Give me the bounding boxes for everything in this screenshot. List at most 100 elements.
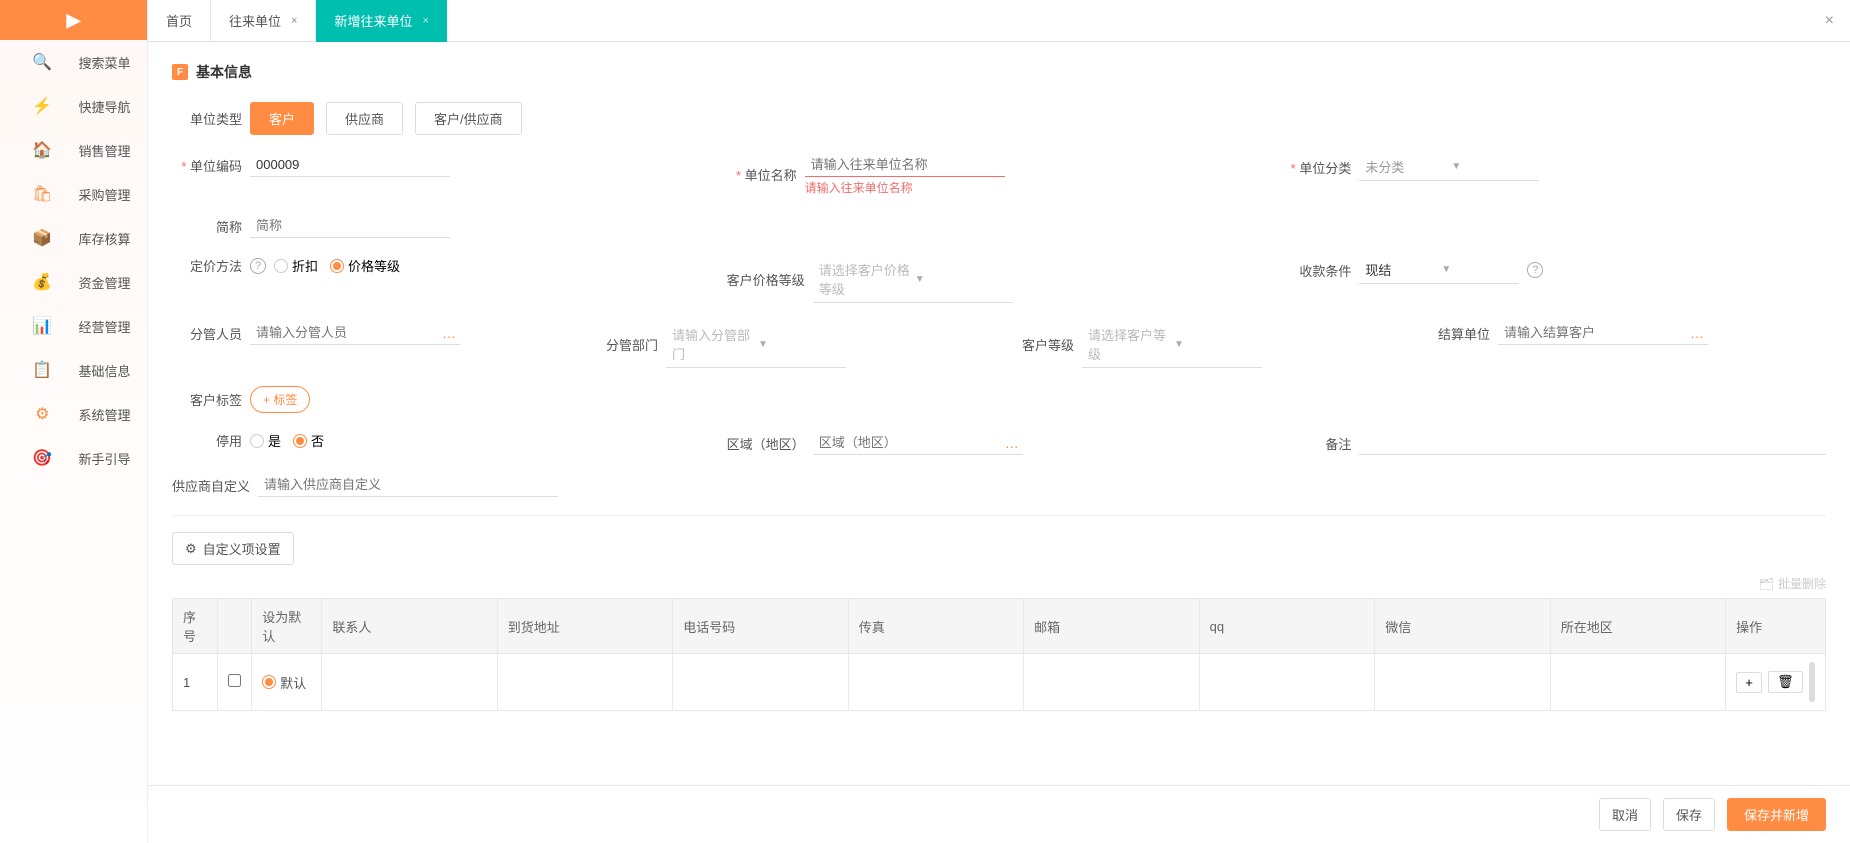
settlement-input[interactable] — [1498, 321, 1686, 344]
unit-category-label: 单位分类 — [1281, 158, 1351, 177]
customer-level-select[interactable]: 请选择客户等级 ▼ — [1082, 321, 1262, 368]
email-input[interactable] — [1034, 675, 1188, 690]
unit-name-label: 单位名称 — [727, 165, 797, 184]
disabled-yes-radio — [250, 434, 264, 448]
supplier-custom-label: 供应商自定义 — [172, 476, 250, 495]
unit-code-input[interactable] — [250, 153, 450, 177]
sidebar-item-label: 快捷导航 — [79, 97, 132, 116]
price-level-chevron: ▼ — [915, 274, 1007, 285]
supplier-custom-row: 供应商自定义 — [172, 473, 1826, 497]
add-tag-button[interactable]: + 标签 — [250, 386, 310, 413]
sidebar-item-basic-info[interactable]: 📋 基础信息 — [0, 348, 147, 392]
phone-input[interactable] — [683, 675, 837, 690]
disabled-no[interactable]: 否 — [293, 431, 324, 450]
discount-radio — [274, 259, 288, 273]
qq-input[interactable] — [1210, 675, 1365, 690]
row-delete-button[interactable]: 🗑 — [1768, 671, 1803, 693]
payment-terms-select[interactable]: 现结 ▼ — [1359, 256, 1519, 284]
area-input[interactable] — [1561, 675, 1715, 690]
customer-price-level-select[interactable]: 请选择客户价格等级 ▼ — [813, 256, 1013, 303]
row-add-button[interactable]: + — [1736, 672, 1762, 693]
manager-group: 分管人员 … — [172, 321, 578, 345]
sidebar-item-finance[interactable]: 💰 资金管理 — [0, 260, 147, 304]
settlement-dots-btn[interactable]: … — [1686, 325, 1708, 341]
save-button[interactable]: 保存 — [1663, 798, 1715, 831]
address-input[interactable] — [508, 675, 662, 690]
sidebar-item-label: 采购管理 — [79, 185, 132, 204]
short-name-input[interactable] — [250, 214, 450, 238]
settings-gear-icon: ⚙ — [185, 541, 197, 557]
unit-category-select[interactable]: 未分类 ▼ — [1359, 153, 1539, 181]
table-header-row: 序号 设为默认 联系人 到货地址 电话号码 传真 邮箱 qq 微信 所在地区 操… — [173, 599, 1826, 654]
guide-icon: 🎯 — [16, 448, 69, 468]
disabled-group: 停用 是 否 — [172, 431, 717, 450]
custom-settings-button[interactable]: ⚙ 自定义项设置 — [172, 532, 294, 565]
sidebar-item-sales[interactable]: 🏠 销售管理 — [0, 128, 147, 172]
remark-group: 备注 — [1281, 431, 1826, 455]
unit-btn-both[interactable]: 客户/供应商 — [415, 102, 522, 135]
finance-icon: 💰 — [16, 272, 69, 292]
price-level-radio — [330, 259, 344, 273]
th-action: 操作 — [1726, 599, 1826, 654]
sidebar-item-label: 库存核算 — [79, 229, 132, 248]
tab-new-partner-label: 新增往来单位 — [334, 11, 412, 30]
sidebar-item-system[interactable]: ⚙ 系统管理 — [0, 392, 147, 436]
pricing-price-level[interactable]: 价格等级 — [330, 256, 400, 275]
window-close-button[interactable]: × — [1809, 12, 1850, 30]
remark-input[interactable] — [1359, 431, 1826, 455]
manager-dots-btn[interactable]: … — [438, 325, 460, 341]
disabled-yes[interactable]: 是 — [250, 431, 281, 450]
region-dots-btn[interactable]: … — [1001, 435, 1023, 451]
inventory-icon: 📦 — [16, 228, 69, 248]
tab-home[interactable]: 首页 — [148, 0, 211, 42]
row-scroll-handle[interactable] — [1809, 662, 1815, 702]
sidebar-logo: ▶ — [0, 0, 147, 40]
tab-new-partner[interactable]: 新增往来单位 × — [316, 0, 446, 42]
remark-label: 备注 — [1281, 434, 1351, 453]
fax-input[interactable] — [859, 675, 1013, 690]
th-contact: 联系人 — [322, 599, 497, 654]
pricing-method-label: 定价方法 — [172, 256, 242, 275]
sidebar-item-quick-nav[interactable]: ⚡ 快捷导航 — [0, 84, 147, 128]
payment-help-icon[interactable]: ? — [1527, 262, 1543, 278]
row-default-cell: 默认 — [252, 654, 322, 711]
disabled-region-row: 停用 是 否 区域（地区） … — [172, 431, 1826, 455]
save-and-add-button[interactable]: 保存并新增 — [1727, 798, 1826, 831]
table-actions-row: 🗂 批量删除 — [172, 575, 1826, 592]
customer-level-label: 客户等级 — [1004, 335, 1074, 354]
row-checkbox[interactable] — [228, 674, 241, 687]
sidebar-item-operation[interactable]: 📊 经营管理 — [0, 304, 147, 348]
cancel-button[interactable]: 取消 — [1599, 798, 1651, 831]
region-input[interactable] — [813, 431, 1001, 454]
row-qq — [1199, 654, 1375, 711]
search-menu-icon: 🔍 — [16, 52, 69, 72]
sidebar-item-search[interactable]: 🔍 搜索菜单 — [0, 40, 147, 84]
supplier-custom-input[interactable] — [258, 473, 558, 497]
row-fax — [848, 654, 1023, 711]
sidebar-item-inventory[interactable]: 📦 库存核算 — [0, 216, 147, 260]
pricing-discount[interactable]: 折扣 — [274, 256, 318, 275]
unit-type-buttons: 客户 供应商 客户/供应商 — [250, 102, 522, 135]
manager-input[interactable] — [250, 321, 438, 344]
tab-new-partner-close[interactable]: × — [422, 15, 428, 27]
quick-nav-icon: ⚡ — [16, 96, 69, 116]
customer-level-group: 客户等级 请选择客户等级 ▼ — [1004, 321, 1410, 368]
tab-partners-close[interactable]: × — [291, 15, 297, 27]
row-phone — [673, 654, 848, 711]
unit-btn-customer[interactable]: 客户 — [250, 102, 314, 135]
unit-btn-supplier[interactable]: 供应商 — [326, 102, 403, 135]
wechat-input[interactable] — [1385, 675, 1539, 690]
unit-name-input[interactable] — [805, 153, 1005, 177]
sidebar-item-purchase[interactable]: 🛍 采购管理 — [0, 172, 147, 216]
sidebar-item-guide[interactable]: 🎯 新手引导 — [0, 436, 147, 480]
pricing-help-icon[interactable]: ? — [250, 258, 266, 274]
payment-terms-label: 收款条件 — [1281, 261, 1351, 280]
contact-input[interactable] — [332, 675, 486, 690]
divider — [172, 515, 1826, 516]
row-default-radio-label[interactable]: 默认 — [262, 673, 306, 692]
tab-partners[interactable]: 往来单位 × — [211, 0, 316, 42]
department-select[interactable]: 请输入分管部门 ▼ — [666, 321, 846, 368]
pricing-method-group: 定价方法 ? 折扣 价格等级 — [172, 256, 717, 275]
payment-terms-value: 现结 — [1365, 260, 1437, 279]
batch-delete-area[interactable]: 🗂 批量删除 — [1759, 575, 1826, 592]
